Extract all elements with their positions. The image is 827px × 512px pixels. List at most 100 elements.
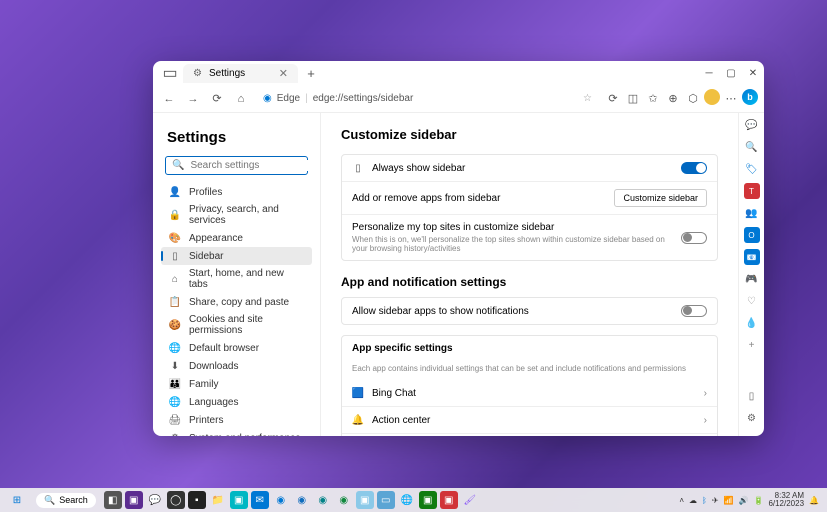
wifi-icon[interactable]: 📶 <box>724 496 734 505</box>
people-icon[interactable]: 👥 <box>744 205 760 221</box>
sidebar-icon: ▯ <box>352 162 364 174</box>
notepad-icon[interactable]: ▭ <box>377 491 395 509</box>
edge-canary-icon[interactable]: ◉ <box>335 491 353 509</box>
always-show-toggle[interactable] <box>681 162 707 174</box>
terminal-icon[interactable]: ▪ <box>188 491 206 509</box>
chat-icon[interactable]: 💬 <box>146 491 164 509</box>
drop-icon[interactable]: 💧 <box>744 315 760 331</box>
add-icon[interactable]: + <box>744 337 760 353</box>
nav-item-languages[interactable]: 🌐Languages <box>161 393 312 411</box>
browser-window: ▭ ⚙ Settings ✕ + ─ ▢ ✕ ← → ⟳ ⌂ ◉ Edge | … <box>153 61 764 436</box>
nav-item-privacy-search-and-services[interactable]: 🔒Privacy, search, and services <box>161 201 312 229</box>
outlook-icon[interactable]: 📧 <box>744 249 760 265</box>
split-icon[interactable]: ◫ <box>624 89 642 109</box>
app-row-bing-chat[interactable]: 🟦Bing Chat› <box>342 380 717 406</box>
settings-sidebar-icon[interactable]: ⚙ <box>744 410 760 426</box>
store-icon[interactable]: ▣ <box>230 491 248 509</box>
forward-button[interactable]: → <box>183 89 203 109</box>
nav-icon: 🍪 <box>169 319 181 331</box>
gear-icon: ⚙ <box>193 68 203 78</box>
personalize-toggle[interactable] <box>681 232 707 244</box>
office-icon[interactable]: O <box>744 227 760 243</box>
taskbar-search-label: Search <box>59 495 88 505</box>
app-row-search[interactable]: 🔍Search› <box>342 433 717 436</box>
personalize-label: Personalize my top sites in customize si… <box>352 222 673 233</box>
nav-label: Share, copy and paste <box>189 297 289 308</box>
allow-notif-toggle[interactable] <box>681 305 707 317</box>
edge-beta-icon[interactable]: ◉ <box>314 491 332 509</box>
home-button[interactable]: ⌂ <box>231 89 251 109</box>
favorites-icon[interactable]: ✩ <box>644 89 662 109</box>
app-row-action-center[interactable]: 🔔Action center› <box>342 406 717 433</box>
shopping-icon[interactable]: 🏷 <box>744 161 760 177</box>
maximize-button[interactable]: ▢ <box>720 62 742 84</box>
favorite-icon[interactable]: ☆ <box>583 93 592 104</box>
nav-item-profiles[interactable]: 👤Profiles <box>161 183 312 201</box>
games-icon[interactable]: 🎮 <box>744 271 760 287</box>
edge-dev-icon[interactable]: ◉ <box>293 491 311 509</box>
taskview-icon[interactable]: ◧ <box>104 491 122 509</box>
app-icon[interactable]: ▣ <box>419 491 437 509</box>
nav-item-default-browser[interactable]: 🌐Default browser <box>161 339 312 357</box>
app-icon[interactable]: ◯ <box>167 491 185 509</box>
nav-item-sidebar[interactable]: ▯Sidebar <box>161 247 312 265</box>
nav-label: Privacy, search, and services <box>189 204 304 226</box>
sync-icon[interactable]: ⟳ <box>604 89 622 109</box>
outlook-icon[interactable]: ✉ <box>251 491 269 509</box>
collapse-icon[interactable]: ▯ <box>744 388 760 404</box>
titlebar: ▭ ⚙ Settings ✕ + ─ ▢ ✕ <box>153 61 764 85</box>
customize-button[interactable]: Customize sidebar <box>614 189 707 207</box>
photos-icon[interactable]: ▣ <box>356 491 374 509</box>
edge-icon[interactable]: ◉ <box>272 491 290 509</box>
bing-icon[interactable]: b <box>742 89 758 105</box>
paint-icon[interactable]: 🖌 <box>461 491 479 509</box>
chrome-icon[interactable]: 🌐 <box>398 491 416 509</box>
minimize-button[interactable]: ─ <box>698 62 720 84</box>
new-tab-button[interactable]: + <box>302 64 320 82</box>
address-bar[interactable]: ◉ Edge | edge://settings/sidebar ☆ <box>255 89 600 109</box>
search-icon: 🔍 <box>172 160 184 171</box>
nav-item-downloads[interactable]: ⬇Downloads <box>161 357 312 375</box>
back-button[interactable]: ← <box>159 89 179 109</box>
explorer-icon[interactable]: 📁 <box>209 491 227 509</box>
close-button[interactable]: ✕ <box>742 62 764 84</box>
clock[interactable]: 8:32 AM 6/12/2023 <box>768 492 804 508</box>
cloud-icon[interactable]: ☁ <box>689 496 697 505</box>
chevron-up-icon[interactable]: ˄ <box>679 496 684 505</box>
nav-icon: 🖨 <box>169 414 181 426</box>
start-button[interactable]: ⊞ <box>8 491 26 509</box>
browser-tab[interactable]: ⚙ Settings ✕ <box>183 64 298 83</box>
app-icon[interactable]: ♡ <box>744 293 760 309</box>
collections-icon[interactable]: ⊕ <box>664 89 682 109</box>
profile-avatar[interactable] <box>704 89 720 105</box>
nav-icon: ⚙ <box>169 432 181 436</box>
menu-button[interactable]: ⋯ <box>722 89 740 109</box>
volume-icon[interactable]: 🔊 <box>739 496 749 505</box>
nav-item-family[interactable]: 👪Family <box>161 375 312 393</box>
nav-item-start-home-and-new-tabs[interactable]: ⌂Start, home, and new tabs <box>161 265 312 293</box>
search-sidebar-icon[interactable]: 🔍 <box>744 139 760 155</box>
nav-label: Sidebar <box>189 251 223 262</box>
nav-item-appearance[interactable]: 🎨Appearance <box>161 229 312 247</box>
taskbar-search[interactable]: 🔍 Search <box>36 493 96 508</box>
extensions-icon[interactable]: ⬡ <box>684 89 702 109</box>
app-icon[interactable]: ▣ <box>440 491 458 509</box>
chat-icon[interactable]: 💬 <box>744 117 760 133</box>
nav-item-cookies-and-site-permissions[interactable]: 🍪Cookies and site permissions <box>161 311 312 339</box>
nav-item-share-copy-and-paste[interactable]: 📋 Share, copy and paste <box>161 293 312 311</box>
location-icon[interactable]: ✈ <box>712 496 719 505</box>
nav-icon: 📋 <box>169 296 181 308</box>
notification-icon[interactable]: 🔔 <box>809 496 819 505</box>
bluetooth-icon[interactable]: ᛒ <box>702 496 707 505</box>
nav-item-system-and-performance[interactable]: ⚙System and performance <box>161 429 312 436</box>
tools-icon[interactable]: T <box>744 183 760 199</box>
app-icon[interactable]: ▣ <box>125 491 143 509</box>
nav-label: Profiles <box>189 187 222 198</box>
nav-item-printers[interactable]: 🖨Printers <box>161 411 312 429</box>
search-field[interactable] <box>190 160 320 171</box>
search-input[interactable]: 🔍 <box>165 156 308 175</box>
tab-actions-icon[interactable]: ▭ <box>160 63 180 83</box>
battery-icon[interactable]: 🔋 <box>753 496 763 505</box>
refresh-button[interactable]: ⟳ <box>207 89 227 109</box>
close-icon[interactable]: ✕ <box>279 67 288 80</box>
